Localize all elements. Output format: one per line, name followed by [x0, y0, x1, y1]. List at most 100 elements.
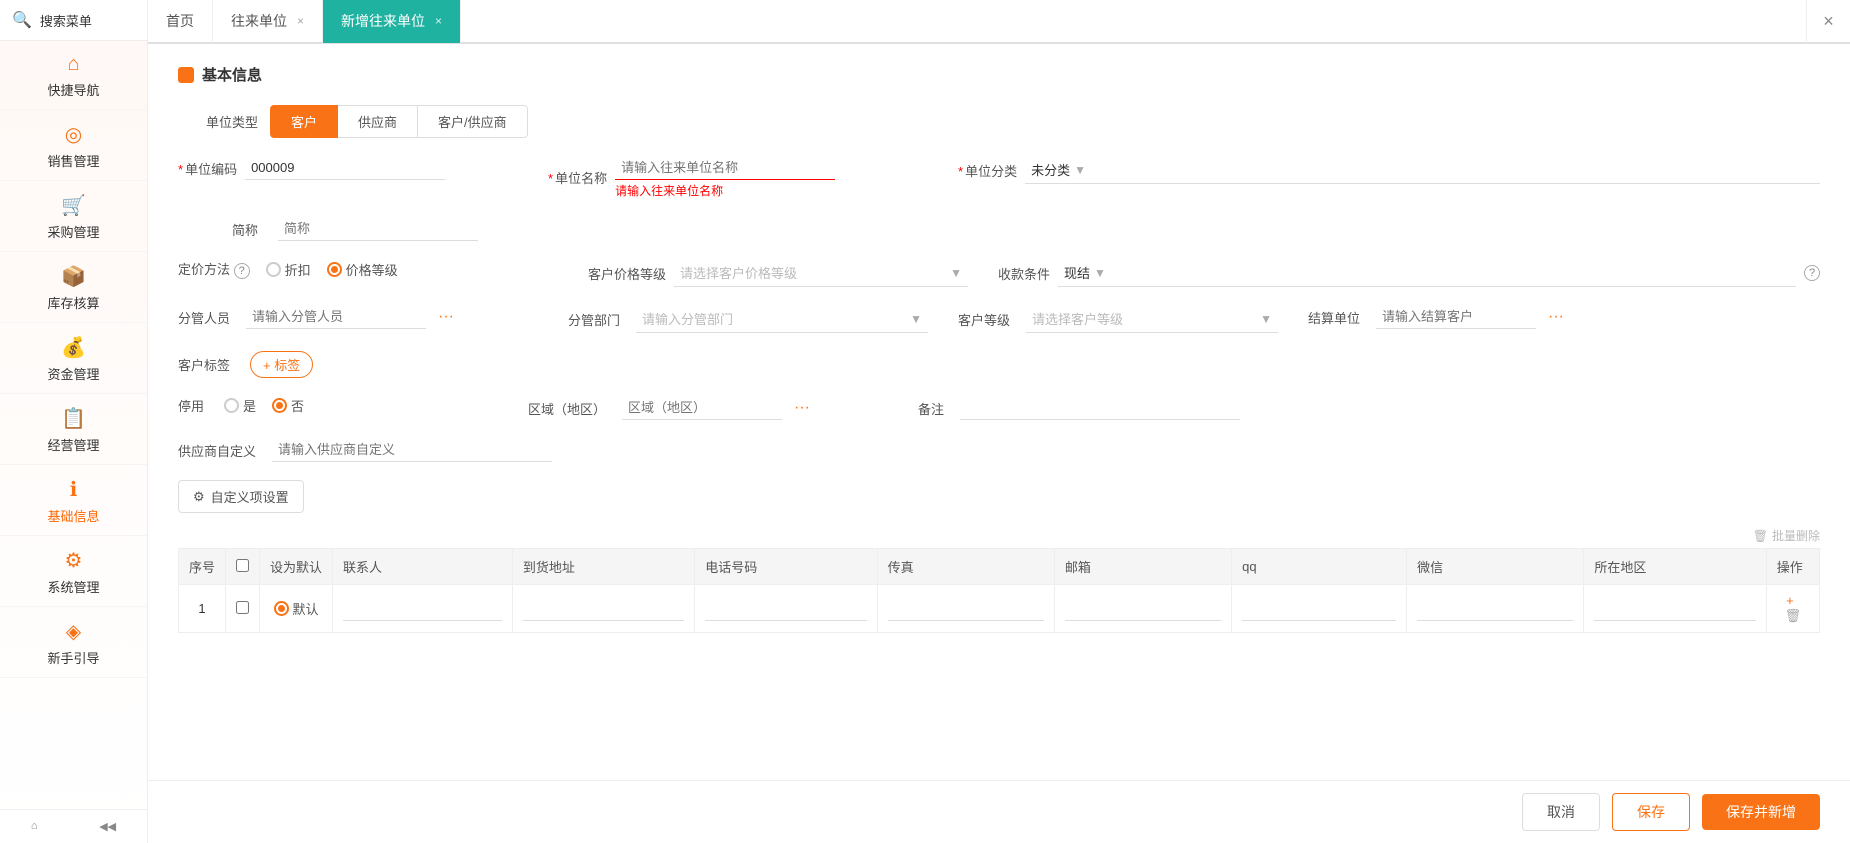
tab-partners-close[interactable]: ×	[297, 14, 304, 28]
cell-location	[1584, 585, 1766, 633]
pricing-discount-label: 折扣	[285, 260, 311, 279]
row-checkbox[interactable]	[236, 601, 249, 614]
payment-terms-select[interactable]: 现结 ▼	[1058, 259, 1796, 287]
field-remark: 备注	[918, 396, 1820, 420]
field-region: 区域（地区） ···	[528, 396, 888, 420]
remark-label: 备注	[918, 399, 944, 418]
pricing-price-level-option[interactable]: 价格等级	[327, 260, 398, 279]
unit-btn-customer[interactable]: 客户	[270, 105, 338, 138]
disabled-yes-radio[interactable]	[224, 398, 239, 413]
pricing-discount-radio[interactable]	[266, 262, 281, 277]
default-radio[interactable]	[274, 601, 289, 616]
finance-icon: 💰	[61, 335, 86, 360]
email-input[interactable]	[1065, 597, 1221, 621]
unit-btn-both[interactable]: 客户/供应商	[417, 105, 528, 138]
delete-row-btn[interactable]: 🗑	[1785, 608, 1802, 623]
custom-settings-button[interactable]: ⚙ 自定义项设置	[178, 480, 304, 513]
save-button[interactable]: 保存	[1612, 793, 1690, 831]
unit-code-input[interactable]	[245, 156, 445, 180]
default-label: 默认	[293, 599, 319, 618]
cell-fax	[877, 585, 1054, 633]
customer-price-select[interactable]: 请选择客户价格等级 ▼	[674, 259, 968, 287]
settlement-unit-input[interactable]	[1376, 305, 1536, 329]
sidebar-item-purchase[interactable]: 🛒 采购管理	[0, 181, 147, 252]
search-menu-item[interactable]: 🔍 搜索菜单	[0, 0, 147, 41]
sidebar-item-label: 新手引导	[47, 648, 99, 667]
manager-more-btn[interactable]: ···	[434, 308, 458, 326]
remark-input[interactable]	[960, 396, 1240, 420]
wechat-input[interactable]	[1417, 597, 1573, 621]
sidebar-bottom: ⌂ ◀◀	[0, 809, 147, 843]
add-tag-button[interactable]: + 标签	[250, 351, 313, 378]
short-name-input[interactable]	[278, 217, 478, 241]
section-header: 基本信息	[178, 64, 1820, 85]
sidebar-item-system[interactable]: ⚙ 系统管理	[0, 536, 147, 607]
phone-input[interactable]	[705, 597, 866, 621]
sidebar-item-quick-nav[interactable]: ⌂ 快捷导航	[0, 41, 147, 110]
location-input[interactable]	[1594, 597, 1755, 621]
fax-input[interactable]	[888, 597, 1044, 621]
disabled-no-label: 否	[291, 396, 304, 415]
customer-level-select[interactable]: 请选择客户等级 ▼	[1026, 305, 1278, 333]
default-radio-item[interactable]: 默认	[270, 599, 322, 618]
cell-action: + 🗑	[1766, 585, 1819, 633]
cell-phone	[695, 585, 877, 633]
disabled-no-radio[interactable]	[272, 398, 287, 413]
tab-partners[interactable]: 往来单位 ×	[213, 0, 323, 43]
sidebar-item-newbie[interactable]: ◈ 新手引导	[0, 607, 147, 678]
row-pricing: 定价方法 ? 折扣 价格等级 客户价格等级	[178, 259, 1820, 287]
save-new-button[interactable]: 保存并新增	[1702, 794, 1820, 830]
region-input[interactable]	[622, 396, 782, 420]
tab-new-partner-close[interactable]: ×	[435, 14, 442, 28]
tab-new-partner[interactable]: 新增往来单位 ×	[323, 0, 461, 43]
cell-wechat	[1407, 585, 1584, 633]
sales-icon: ◎	[65, 122, 82, 147]
unit-name-input[interactable]	[615, 156, 835, 180]
field-department: 分管部门 请输入分管部门 ▼	[568, 305, 928, 333]
payment-terms-label: 收款条件	[998, 264, 1050, 283]
disabled-yes-option[interactable]: 是	[224, 396, 256, 415]
sidebar-item-inventory[interactable]: 📦 库存核算	[0, 252, 147, 323]
contact-input[interactable]	[343, 597, 502, 621]
basic-info-icon: ℹ	[70, 477, 78, 502]
tabbar-close-button[interactable]: ×	[1806, 0, 1850, 43]
sidebar-item-operations[interactable]: 📋 经营管理	[0, 394, 147, 465]
field-supplier-custom: 供应商自定义	[178, 438, 1820, 462]
add-row-btn[interactable]: +	[1786, 593, 1794, 608]
row-customer-tag: 客户标签 + 标签	[178, 351, 1820, 378]
qq-input[interactable]	[1242, 597, 1396, 621]
sidebar-bottom-home[interactable]: ⌂	[31, 820, 38, 833]
sidebar-item-label: 资金管理	[47, 364, 99, 383]
cell-qq	[1232, 585, 1407, 633]
settlement-unit-more-btn[interactable]: ···	[1544, 308, 1568, 326]
payment-help-icon[interactable]: ?	[1804, 265, 1820, 281]
col-default: 设为默认	[260, 549, 333, 585]
region-more-btn[interactable]: ···	[790, 399, 814, 417]
cancel-button[interactable]: 取消	[1522, 793, 1600, 831]
pricing-help-icon[interactable]: ?	[234, 263, 250, 279]
department-select[interactable]: 请输入分管部门 ▼	[636, 305, 928, 333]
manager-input[interactable]	[246, 305, 426, 329]
customer-price-placeholder: 请选择客户价格等级	[680, 263, 946, 282]
supplier-custom-input[interactable]	[272, 438, 552, 462]
sidebar-bottom-expand[interactable]: ◀◀	[99, 820, 116, 833]
batch-delete-label[interactable]: 批量删除	[1772, 527, 1820, 544]
select-all-checkbox[interactable]	[236, 559, 249, 572]
sidebar-item-finance[interactable]: 💰 资金管理	[0, 323, 147, 394]
disabled-no-option[interactable]: 否	[272, 396, 304, 415]
address-input[interactable]	[523, 597, 684, 621]
sidebar-item-sales[interactable]: ◎ 销售管理	[0, 110, 147, 181]
unit-btn-supplier[interactable]: 供应商	[337, 105, 418, 138]
unit-type-row: 单位类型 客户 供应商 客户/供应商	[178, 105, 1820, 138]
short-name-label: 简称	[178, 220, 258, 239]
sidebar-item-basic-info[interactable]: ℹ 基础信息	[0, 465, 147, 536]
tab-home[interactable]: 首页	[148, 0, 213, 43]
sidebar-item-label: 销售管理	[47, 151, 99, 170]
unit-name-wrap: 请输入往来单位名称	[615, 156, 928, 199]
field-pricing-method: 定价方法 ? 折扣 价格等级	[178, 259, 558, 279]
pricing-price-level-radio[interactable]	[327, 262, 342, 277]
sidebar-item-label: 快捷导航	[47, 80, 99, 99]
unit-category-select[interactable]: 未分类 ▼	[1025, 156, 1820, 184]
pricing-discount-option[interactable]: 折扣	[266, 260, 311, 279]
field-customer-price: 客户价格等级 请选择客户价格等级 ▼	[588, 259, 968, 287]
